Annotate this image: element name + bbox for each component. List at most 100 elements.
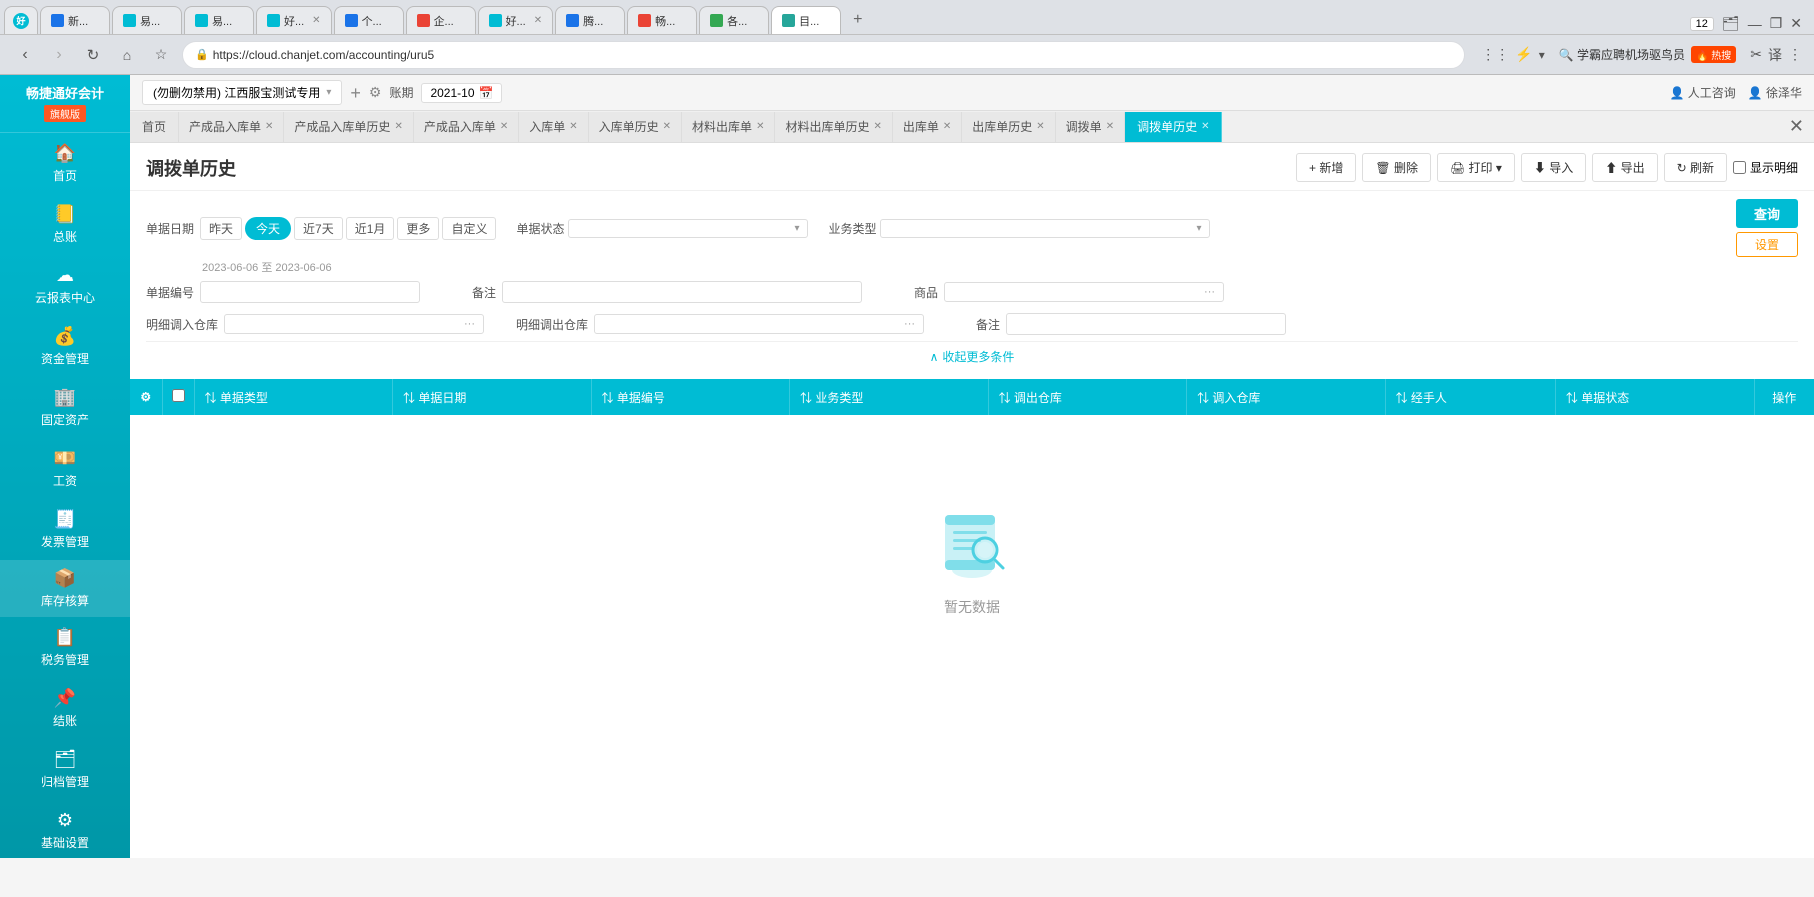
sidebar-item-salary[interactable]: 💴 工资 bbox=[0, 438, 130, 499]
status-select[interactable]: ▾ bbox=[568, 219, 808, 238]
tab-close-transfer-history[interactable]: ✕ bbox=[1201, 121, 1209, 132]
close-all-tabs-button[interactable]: ✕ bbox=[1779, 116, 1814, 137]
browser-tab-6[interactable]: 企... bbox=[406, 6, 476, 34]
maximize-button[interactable]: ❐ bbox=[1770, 15, 1783, 32]
tab-inbound-history[interactable]: 入库单历史 ✕ bbox=[589, 112, 682, 142]
extensions-icon[interactable]: ⋮⋮ bbox=[1481, 46, 1509, 63]
detail-out-warehouse-input[interactable]: ··· bbox=[594, 314, 924, 334]
tab-transfer-history[interactable]: 调拨单历史 ✕ bbox=[1125, 112, 1222, 142]
sidebar-item-settings[interactable]: ⚙ 基础设置 bbox=[0, 800, 130, 858]
forward-button[interactable]: › bbox=[46, 42, 72, 68]
period-selector[interactable]: 2021-10 📅 bbox=[421, 83, 502, 103]
tab-inbound[interactable]: 入库单 ✕ bbox=[519, 112, 588, 142]
col-number[interactable]: ⇅ 单据编号 bbox=[591, 379, 790, 415]
toolbar-translate[interactable]: 译 bbox=[1768, 45, 1782, 65]
detail-note-input[interactable] bbox=[1006, 313, 1286, 335]
reload-button[interactable]: ↻ bbox=[80, 42, 106, 68]
tab-outbound[interactable]: 出库单 ✕ bbox=[893, 112, 962, 142]
browser-logo-tab[interactable]: 好 bbox=[4, 6, 38, 34]
delete-button[interactable]: 🗑 删除 bbox=[1362, 153, 1431, 182]
browser-tab-5[interactable]: 个... bbox=[334, 6, 404, 34]
tab-close-product-inbound-history[interactable]: ✕ bbox=[394, 121, 402, 132]
filter-settings-button[interactable]: 设置 bbox=[1736, 232, 1798, 257]
tab-home[interactable]: 首页 bbox=[130, 112, 179, 142]
sidebar-item-home[interactable]: 🏠 首页 bbox=[0, 133, 130, 194]
tab-product-inbound-history[interactable]: 产成品入库单历史 ✕ bbox=[284, 112, 413, 142]
collapse-bar[interactable]: ∧ 收起更多条件 bbox=[146, 341, 1798, 371]
tab-close-7[interactable]: ✕ bbox=[534, 15, 542, 26]
bookmark-button[interactable]: ☆ bbox=[148, 42, 174, 68]
toolbar-scissors[interactable]: ✂ bbox=[1750, 46, 1762, 63]
tab-close-product-inbound[interactable]: ✕ bbox=[265, 121, 273, 132]
browser-tab-3[interactable]: 易... bbox=[184, 6, 254, 34]
back-button[interactable]: ‹ bbox=[12, 42, 38, 68]
user-avatar[interactable]: 👤 徐泽华 bbox=[1748, 84, 1802, 101]
tab-close-4[interactable]: ✕ bbox=[312, 15, 320, 26]
dropdown-icon[interactable]: ▾ bbox=[1539, 48, 1545, 62]
browser-tab-9[interactable]: 畅... bbox=[627, 6, 697, 34]
browser-tab-4[interactable]: 好... ✕ bbox=[256, 6, 332, 34]
import-button[interactable]: ⬇ 导入 bbox=[1521, 153, 1586, 182]
browser-tab-10[interactable]: 各... bbox=[699, 6, 769, 34]
sidebar-item-reports[interactable]: ☁ 云报表中心 bbox=[0, 255, 130, 316]
tab-close-inbound[interactable]: ✕ bbox=[569, 121, 577, 132]
tab-material-outbound[interactable]: 材料出库单 ✕ bbox=[682, 112, 775, 142]
sidebar-item-assets[interactable]: 🏢 固定资产 bbox=[0, 377, 130, 438]
col-checkbox[interactable] bbox=[162, 379, 194, 415]
tab-close-outbound-history[interactable]: ✕ bbox=[1036, 121, 1044, 132]
toolbar-more[interactable]: ⋮ bbox=[1788, 46, 1802, 63]
url-bar[interactable]: 🔒 https://cloud.chanjet.com/accounting/u… bbox=[182, 41, 1465, 69]
sidebar-item-invoice[interactable]: 🧾 发票管理 bbox=[0, 499, 130, 560]
add-company-button[interactable]: + bbox=[350, 84, 361, 102]
doc-number-input[interactable] bbox=[200, 281, 420, 303]
col-biz-type[interactable]: ⇅ 业务类型 bbox=[790, 379, 989, 415]
tab-close-transfer[interactable]: ✕ bbox=[1106, 121, 1114, 132]
tab-product-inbound[interactable]: 产成品入库单 ✕ bbox=[179, 112, 284, 142]
export-button[interactable]: ⬆ 导出 bbox=[1592, 153, 1657, 182]
tab-material-outbound-history[interactable]: 材料出库单历史 ✕ bbox=[775, 112, 892, 142]
tab-bar-icon-1[interactable]: 🗂 bbox=[1722, 15, 1740, 32]
col-in-warehouse[interactable]: ⇅ 调入仓库 bbox=[1187, 379, 1386, 415]
tab-close-material-outbound[interactable]: ✕ bbox=[756, 121, 764, 132]
tab-product-inbound2[interactable]: 产成品入库单 ✕ bbox=[414, 112, 519, 142]
tab-close-material-outbound-history[interactable]: ✕ bbox=[873, 121, 881, 132]
tab-close-outbound[interactable]: ✕ bbox=[943, 121, 951, 132]
sidebar-item-ledger[interactable]: 📒 总账 bbox=[0, 194, 130, 255]
sidebar-item-tax[interactable]: 📋 税务管理 bbox=[0, 617, 130, 678]
col-type[interactable]: ⇅ 单据类型 bbox=[194, 379, 393, 415]
col-date[interactable]: ⇅ 单据日期 bbox=[393, 379, 592, 415]
note-input[interactable] bbox=[502, 281, 862, 303]
date-btn-1month[interactable]: 近1月 bbox=[346, 217, 395, 240]
refresh-button[interactable]: ↻ 刷新 bbox=[1664, 153, 1727, 182]
sidebar-item-inventory[interactable]: 📦 库存核算 bbox=[0, 560, 130, 617]
new-tab-button[interactable]: + bbox=[843, 6, 872, 34]
business-type-select[interactable]: ▾ bbox=[880, 219, 1210, 238]
date-btn-custom[interactable]: 自定义 bbox=[442, 217, 496, 240]
display-detail-toggle[interactable]: 显示明细 bbox=[1733, 159, 1798, 176]
goods-input[interactable]: ··· bbox=[944, 282, 1224, 302]
home-nav-button[interactable]: ⌂ bbox=[114, 42, 140, 68]
sidebar-item-archive[interactable]: 🗂 归档管理 bbox=[0, 739, 130, 800]
tab-close-inbound-history[interactable]: ✕ bbox=[663, 121, 671, 132]
date-btn-today[interactable]: 今天 bbox=[245, 217, 291, 240]
col-settings[interactable]: ⚙ bbox=[130, 379, 162, 415]
minimize-button[interactable]: — bbox=[1748, 16, 1762, 32]
col-status[interactable]: ⇅ 单据状态 bbox=[1555, 379, 1754, 415]
company-selector[interactable]: (勿删勿禁用) 江西服宝测试专用 ▾ bbox=[142, 80, 342, 105]
browser-tab-8[interactable]: 腾... bbox=[555, 6, 625, 34]
print-button[interactable]: 🖨 打印 ▾ bbox=[1437, 153, 1515, 182]
date-btn-more[interactable]: 更多 bbox=[397, 217, 439, 240]
close-button[interactable]: ✕ bbox=[1790, 15, 1802, 32]
sidebar-item-closing[interactable]: 📌 结账 bbox=[0, 678, 130, 739]
lightning-icon[interactable]: ⚡ bbox=[1515, 46, 1532, 63]
sidebar-item-funds[interactable]: 💰 资金管理 bbox=[0, 316, 130, 377]
search-button[interactable]: 查询 bbox=[1736, 199, 1798, 228]
tab-outbound-history[interactable]: 出库单历史 ✕ bbox=[962, 112, 1055, 142]
detail-in-warehouse-input[interactable]: ··· bbox=[224, 314, 484, 334]
col-handler[interactable]: ⇅ 经手人 bbox=[1385, 379, 1555, 415]
browser-tab-1[interactable]: 新... bbox=[40, 6, 110, 34]
browser-tab-7[interactable]: 好... ✕ bbox=[478, 6, 554, 34]
browser-tab-2[interactable]: 易... bbox=[112, 6, 182, 34]
browser-tab-11[interactable]: 目... bbox=[771, 6, 841, 34]
support-link[interactable]: 👤 人工咨询 bbox=[1669, 84, 1735, 101]
